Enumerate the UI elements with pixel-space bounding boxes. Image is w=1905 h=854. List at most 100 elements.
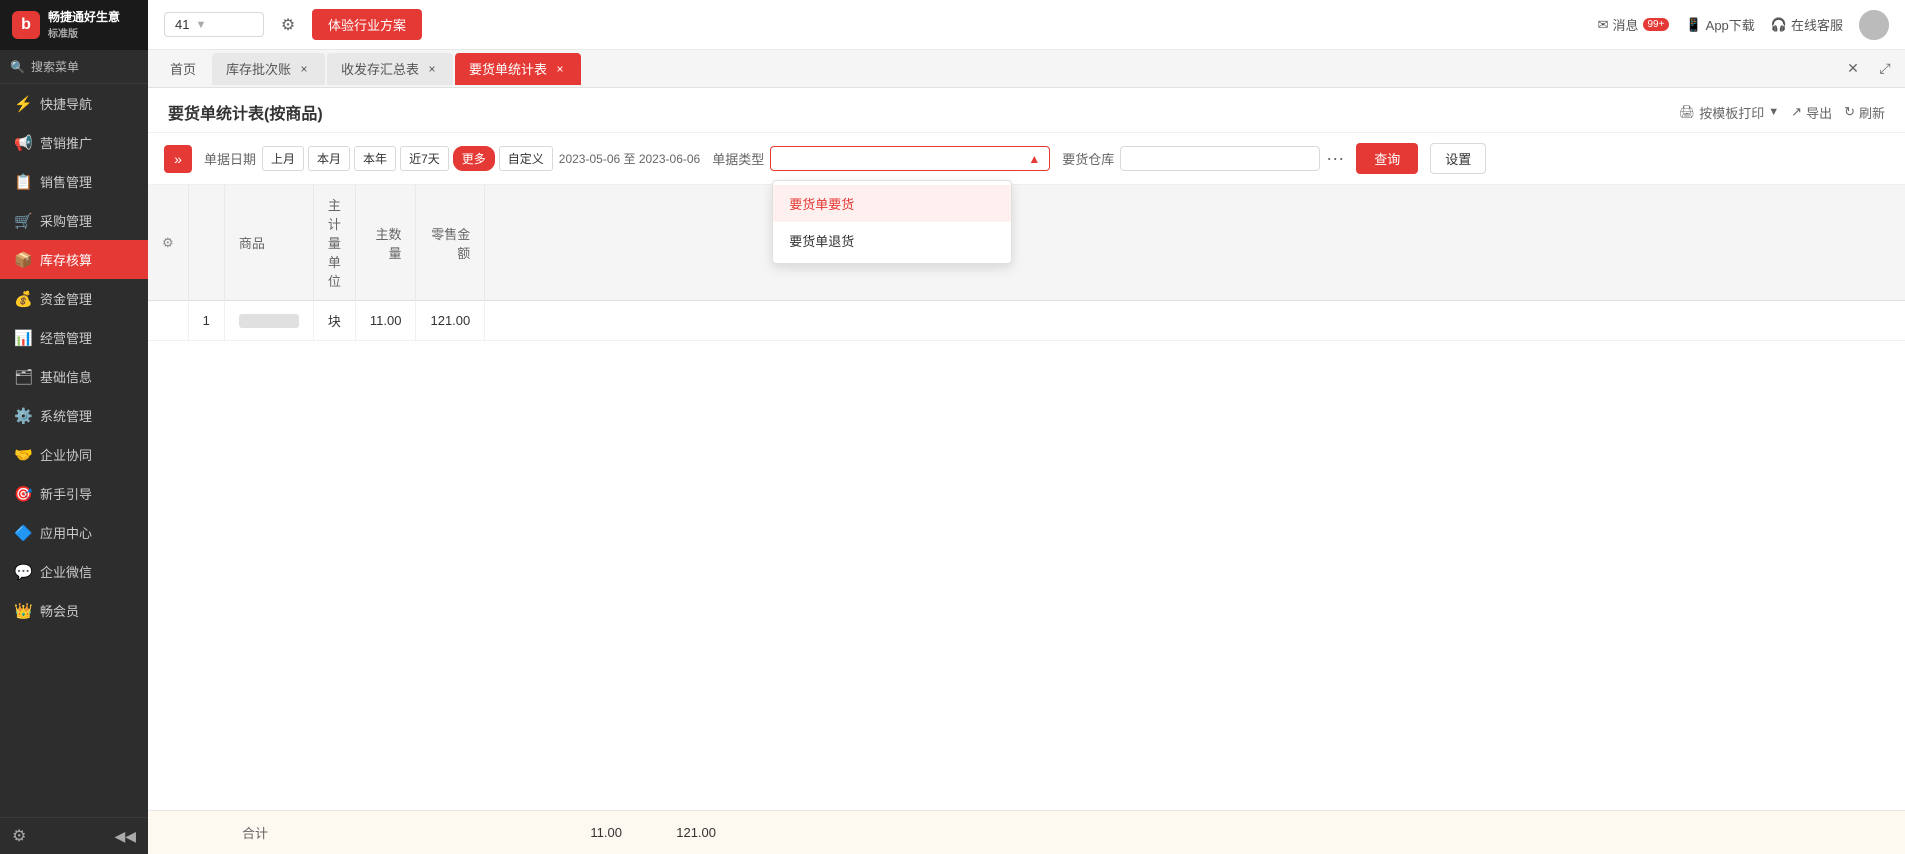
sidebar-settings-button[interactable]: ⚙ bbox=[12, 826, 26, 846]
tab-collect-summary-label: 收发存汇总表 bbox=[341, 59, 419, 78]
tab-collect-summary[interactable]: 收发存汇总表 × bbox=[327, 53, 453, 85]
col-product: 商品 bbox=[224, 185, 313, 301]
date-btn-last-7-days[interactable]: 近7天 bbox=[400, 146, 449, 171]
sidebar-item-sales[interactable]: 📋 销售管理 bbox=[0, 162, 148, 201]
company-selector-value: 41 bbox=[175, 17, 189, 32]
type-dropdown-menu: 要货单要货 要货单退货 bbox=[772, 180, 1012, 264]
quick-nav-icon: ⚡ bbox=[14, 95, 32, 113]
sidebar-item-label: 资金管理 bbox=[40, 289, 92, 308]
sidebar-item-basic-info[interactable]: 🗂 基础信息 bbox=[0, 357, 148, 396]
col-amount: 零售金额 bbox=[416, 185, 485, 301]
system-icon: ⚙️ bbox=[14, 407, 32, 425]
sidebar-item-operations[interactable]: 📊 经营管理 bbox=[0, 318, 148, 357]
search-icon: 🔍 bbox=[10, 60, 25, 74]
app-center-icon: 🔷 bbox=[14, 524, 32, 542]
sidebar-item-enterprise[interactable]: 🤝 企业协同 bbox=[0, 435, 148, 474]
dropdown-item-order-goods[interactable]: 要货单要货 bbox=[773, 185, 1011, 222]
trial-button[interactable]: 体验行业方案 bbox=[312, 9, 422, 40]
date-btn-custom[interactable]: 自定义 bbox=[499, 146, 553, 171]
sidebar-item-label: 库存核算 bbox=[40, 250, 92, 269]
sidebar-search-button[interactable]: 🔍 搜索菜单 bbox=[10, 58, 138, 75]
avatar-placeholder bbox=[1859, 10, 1889, 40]
refresh-label: 刷新 bbox=[1859, 103, 1885, 122]
app-download-label: App下载 bbox=[1706, 15, 1755, 34]
sidebar-item-label: 企业协同 bbox=[40, 445, 92, 464]
tab-home[interactable]: 首页 bbox=[156, 53, 210, 84]
tab-batch-account-close[interactable]: × bbox=[297, 62, 311, 76]
sidebar-item-marketing[interactable]: 📢 营销推广 bbox=[0, 123, 148, 162]
sidebar-item-quick-nav[interactable]: ⚡ 快捷导航 bbox=[0, 84, 148, 123]
date-range-display: 2023-05-06 至 2023-06-06 bbox=[559, 150, 700, 167]
sidebar-item-purchase[interactable]: 🛒 采购管理 bbox=[0, 201, 148, 240]
col-quantity: 主数量 bbox=[355, 185, 416, 301]
filter-expand-button[interactable]: » bbox=[164, 145, 192, 173]
table-row: 1 块 11.00 121.00 bbox=[148, 301, 1905, 341]
col-settings-icon: ⚙ bbox=[162, 235, 174, 250]
print-button[interactable]: 🖨 按模板打印 ▼ bbox=[1679, 103, 1779, 122]
app-download-button[interactable]: 📱 App下载 bbox=[1685, 15, 1754, 34]
user-avatar[interactable] bbox=[1859, 10, 1889, 40]
type-arrow-icon[interactable]: ▲ bbox=[1028, 152, 1040, 166]
app-logo-icon: b bbox=[12, 11, 40, 39]
service-icon: 🎧 bbox=[1771, 17, 1787, 33]
date-btn-this-year[interactable]: 本年 bbox=[354, 146, 396, 171]
row-unit-cell: 块 bbox=[313, 301, 355, 341]
tab-order-summary[interactable]: 要货单统计表 × bbox=[455, 53, 581, 85]
footer-amount-value: 121.00 bbox=[636, 825, 716, 840]
type-input[interactable] bbox=[770, 146, 1050, 171]
app-name: 畅捷通好生意 bbox=[48, 10, 120, 26]
sidebar-item-wechat[interactable]: 💬 企业微信 bbox=[0, 552, 148, 591]
filter-date-group: 单据日期 上月 本月 本年 近7天 更多 自定义 2023-05-06 至 20… bbox=[204, 146, 700, 171]
row-product-cell bbox=[224, 301, 313, 341]
dropdown-item-order-return[interactable]: 要货单退货 bbox=[773, 222, 1011, 259]
filter-warehouse-group: 要货仓库 ··· bbox=[1062, 146, 1344, 171]
tab-order-summary-close[interactable]: × bbox=[553, 62, 567, 76]
sidebar-item-label: 采购管理 bbox=[40, 211, 92, 230]
sidebar-item-label: 基础信息 bbox=[40, 367, 92, 386]
refresh-button[interactable]: ↻ 刷新 bbox=[1844, 103, 1885, 122]
close-all-tabs-button[interactable]: ✕ bbox=[1841, 57, 1865, 81]
messages-button[interactable]: ✉ 消息 99+ bbox=[1598, 15, 1670, 34]
customer-service-button[interactable]: 🎧 在线客服 bbox=[1771, 15, 1843, 34]
print-icon: 🖨 bbox=[1679, 104, 1696, 120]
settings-button[interactable]: 设置 bbox=[1430, 143, 1486, 174]
wechat-icon: 💬 bbox=[14, 563, 32, 581]
marketing-icon: 📢 bbox=[14, 134, 32, 152]
warehouse-input[interactable] bbox=[1120, 146, 1320, 171]
topbar-left: 41 ▼ ⚙ 体验行业方案 bbox=[164, 9, 422, 40]
query-button[interactable]: 查询 bbox=[1356, 143, 1418, 174]
sidebar-item-label: 系统管理 bbox=[40, 406, 92, 425]
purchase-icon: 🛒 bbox=[14, 212, 32, 230]
sidebar-search-area[interactable]: 🔍 搜索菜单 bbox=[0, 50, 148, 84]
export-button[interactable]: ↗ 导出 bbox=[1791, 103, 1832, 122]
filter-more-button[interactable]: ··· bbox=[1326, 148, 1344, 169]
row-quantity-cell: 11.00 bbox=[355, 301, 416, 341]
sidebar-item-inventory[interactable]: 📦 库存核算 bbox=[0, 240, 148, 279]
topbar-right: ✉ 消息 99+ 📱 App下载 🎧 在线客服 bbox=[1598, 10, 1889, 40]
sidebar-item-label: 企业微信 bbox=[40, 562, 92, 581]
export-icon: ↗ bbox=[1791, 104, 1802, 120]
sidebar-item-app-center[interactable]: 🔷 应用中心 bbox=[0, 513, 148, 552]
company-selector[interactable]: 41 ▼ bbox=[164, 12, 264, 37]
sidebar-collapse-button[interactable]: ◀◀ bbox=[114, 828, 136, 845]
sidebar-item-finance[interactable]: 💰 资金管理 bbox=[0, 279, 148, 318]
date-btn-this-month[interactable]: 本月 bbox=[308, 146, 350, 171]
maximize-window-button[interactable]: ⤢ bbox=[1873, 57, 1897, 81]
filter-type-group: 单据类型 ▲ 要货单要货 要货单退货 bbox=[712, 146, 1050, 171]
footer-total-label: 合计 bbox=[242, 823, 442, 842]
data-table: ⚙ 商品 主计量单位 主数量 零售金额 1 bbox=[148, 185, 1905, 341]
date-btn-more[interactable]: 更多 bbox=[453, 146, 495, 171]
sales-icon: 📋 bbox=[14, 173, 32, 191]
tab-batch-account[interactable]: 库存批次账 × bbox=[212, 53, 325, 85]
sidebar-bottom: ⚙ ◀◀ bbox=[0, 817, 148, 854]
sidebar-item-guide[interactable]: 🎯 新手引导 bbox=[0, 474, 148, 513]
tab-collect-summary-close[interactable]: × bbox=[425, 62, 439, 76]
sidebar-item-system[interactable]: ⚙️ 系统管理 bbox=[0, 396, 148, 435]
product-name-display bbox=[239, 314, 299, 328]
topbar-gear-button[interactable]: ⚙ bbox=[274, 11, 302, 39]
sidebar-item-vip[interactable]: 👑 畅会员 bbox=[0, 591, 148, 630]
date-btn-last-month[interactable]: 上月 bbox=[262, 146, 304, 171]
col-settings[interactable]: ⚙ bbox=[148, 185, 188, 301]
sidebar-item-label: 新手引导 bbox=[40, 484, 92, 503]
page-header: 要货单统计表(按商品) 🖨 按模板打印 ▼ ↗ 导出 ↻ 刷新 bbox=[148, 88, 1905, 133]
